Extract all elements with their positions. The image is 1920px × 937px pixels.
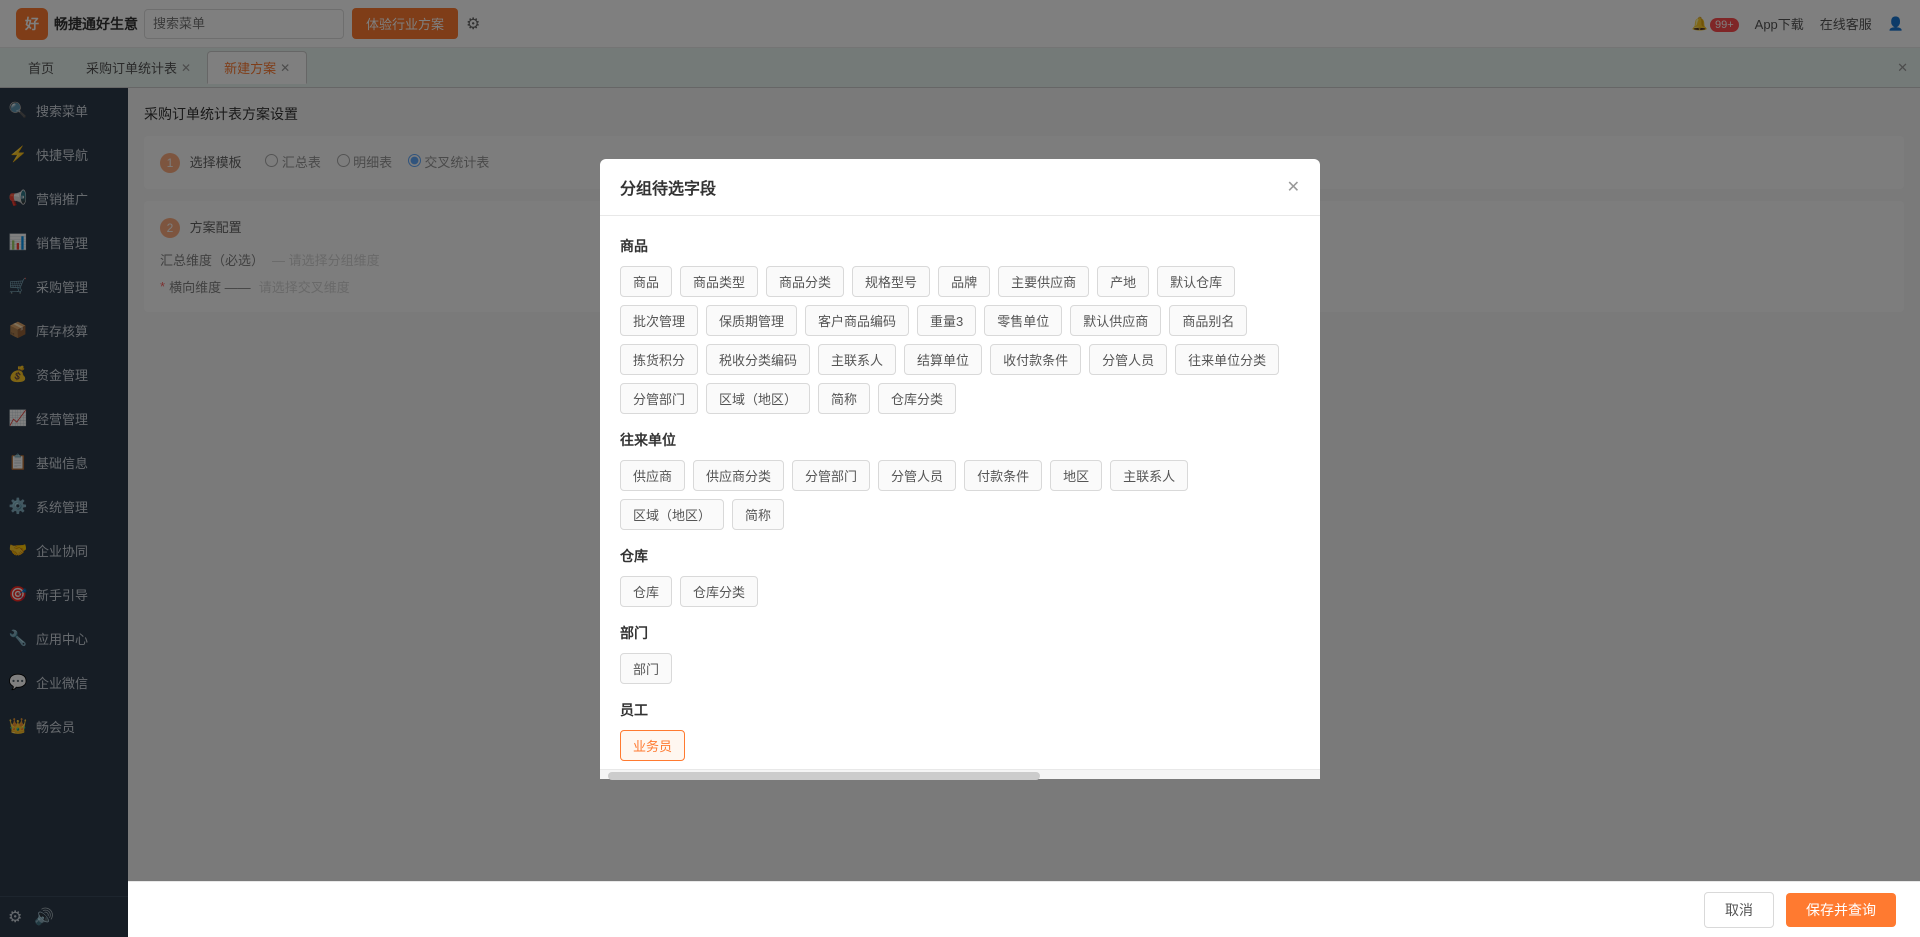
field-group-product: 商品 商品类型 商品分类 规格型号 品牌 主要供应商 产地 默认仓库 批次管理 …: [620, 266, 1300, 414]
field-tag[interactable]: 供应商分类: [693, 460, 784, 491]
section-title-partner: 往来单位: [620, 430, 1300, 450]
field-tag[interactable]: 保质期管理: [706, 305, 797, 336]
modal-header: 分组待选字段 ✕: [600, 159, 1320, 216]
field-tag[interactable]: 仓库分类: [680, 576, 758, 607]
field-tag[interactable]: 区域（地区）: [706, 383, 810, 414]
field-tag[interactable]: 规格型号: [852, 266, 930, 297]
bottom-actions: 取消 保存并查询: [128, 881, 1920, 937]
field-tag[interactable]: 部门: [620, 653, 672, 684]
modal-title: 分组待选字段: [620, 175, 716, 199]
field-tag[interactable]: 主联系人: [818, 344, 896, 375]
field-tag[interactable]: 产地: [1097, 266, 1149, 297]
field-tag[interactable]: 客户商品编码: [805, 305, 909, 336]
field-tag[interactable]: 分管人员: [1089, 344, 1167, 375]
field-tag[interactable]: 品牌: [938, 266, 990, 297]
modal-body: 商品 商品 商品类型 商品分类 规格型号 品牌 主要供应商 产地 默认仓库 批次…: [600, 216, 1320, 769]
field-tag[interactable]: 批次管理: [620, 305, 698, 336]
field-tag[interactable]: 默认供应商: [1070, 305, 1161, 336]
field-tag[interactable]: 商品: [620, 266, 672, 297]
field-group-dept: 部门: [620, 653, 1300, 684]
field-tag-salesperson[interactable]: 业务员: [620, 730, 685, 761]
field-tag[interactable]: 往来单位分类: [1175, 344, 1279, 375]
modal-scrollbar-x-thumb: [608, 772, 1040, 780]
field-tag[interactable]: 简称: [732, 499, 784, 530]
section-title-product: 商品: [620, 236, 1300, 256]
modal-scrollbar-x[interactable]: [600, 769, 1320, 779]
field-tag[interactable]: 分管部门: [792, 460, 870, 491]
field-tag[interactable]: 付款条件: [964, 460, 1042, 491]
field-tag[interactable]: 默认仓库: [1157, 266, 1235, 297]
modal-overlay: 分组待选字段 ✕ 商品 商品 商品类型 商品分类 规格型号 品牌 主要供应商 产…: [0, 0, 1920, 937]
field-tag[interactable]: 仓库: [620, 576, 672, 607]
cancel-button[interactable]: 取消: [1704, 892, 1774, 928]
field-tag[interactable]: 区域（地区）: [620, 499, 724, 530]
field-tag[interactable]: 主要供应商: [998, 266, 1089, 297]
field-tag[interactable]: 分管部门: [620, 383, 698, 414]
field-tag[interactable]: 零售单位: [984, 305, 1062, 336]
field-tag[interactable]: 商品别名: [1169, 305, 1247, 336]
field-tag[interactable]: 收付款条件: [990, 344, 1081, 375]
field-tag[interactable]: 简称: [818, 383, 870, 414]
field-group-warehouse: 仓库 仓库分类: [620, 576, 1300, 607]
section-title-warehouse: 仓库: [620, 546, 1300, 566]
modal-close-btn[interactable]: ✕: [1287, 177, 1300, 197]
field-tag[interactable]: 仓库分类: [878, 383, 956, 414]
field-select-modal: 分组待选字段 ✕ 商品 商品 商品类型 商品分类 规格型号 品牌 主要供应商 产…: [600, 159, 1320, 779]
field-tag[interactable]: 地区: [1050, 460, 1102, 491]
field-tag[interactable]: 重量3: [917, 305, 976, 336]
field-tag[interactable]: 税收分类编码: [706, 344, 810, 375]
field-group-staff: 业务员: [620, 730, 1300, 761]
field-tag[interactable]: 结算单位: [904, 344, 982, 375]
section-title-staff: 员工: [620, 700, 1300, 720]
field-tag[interactable]: 拣货积分: [620, 344, 698, 375]
field-tag[interactable]: 供应商: [620, 460, 685, 491]
field-tag[interactable]: 分管人员: [878, 460, 956, 491]
confirm-button[interactable]: 保存并查询: [1786, 893, 1896, 927]
field-tag[interactable]: 主联系人: [1110, 460, 1188, 491]
field-tag[interactable]: 商品分类: [766, 266, 844, 297]
section-title-dept: 部门: [620, 623, 1300, 643]
field-tag[interactable]: 商品类型: [680, 266, 758, 297]
field-group-partner: 供应商 供应商分类 分管部门 分管人员 付款条件 地区 主联系人 区域（地区） …: [620, 460, 1300, 530]
